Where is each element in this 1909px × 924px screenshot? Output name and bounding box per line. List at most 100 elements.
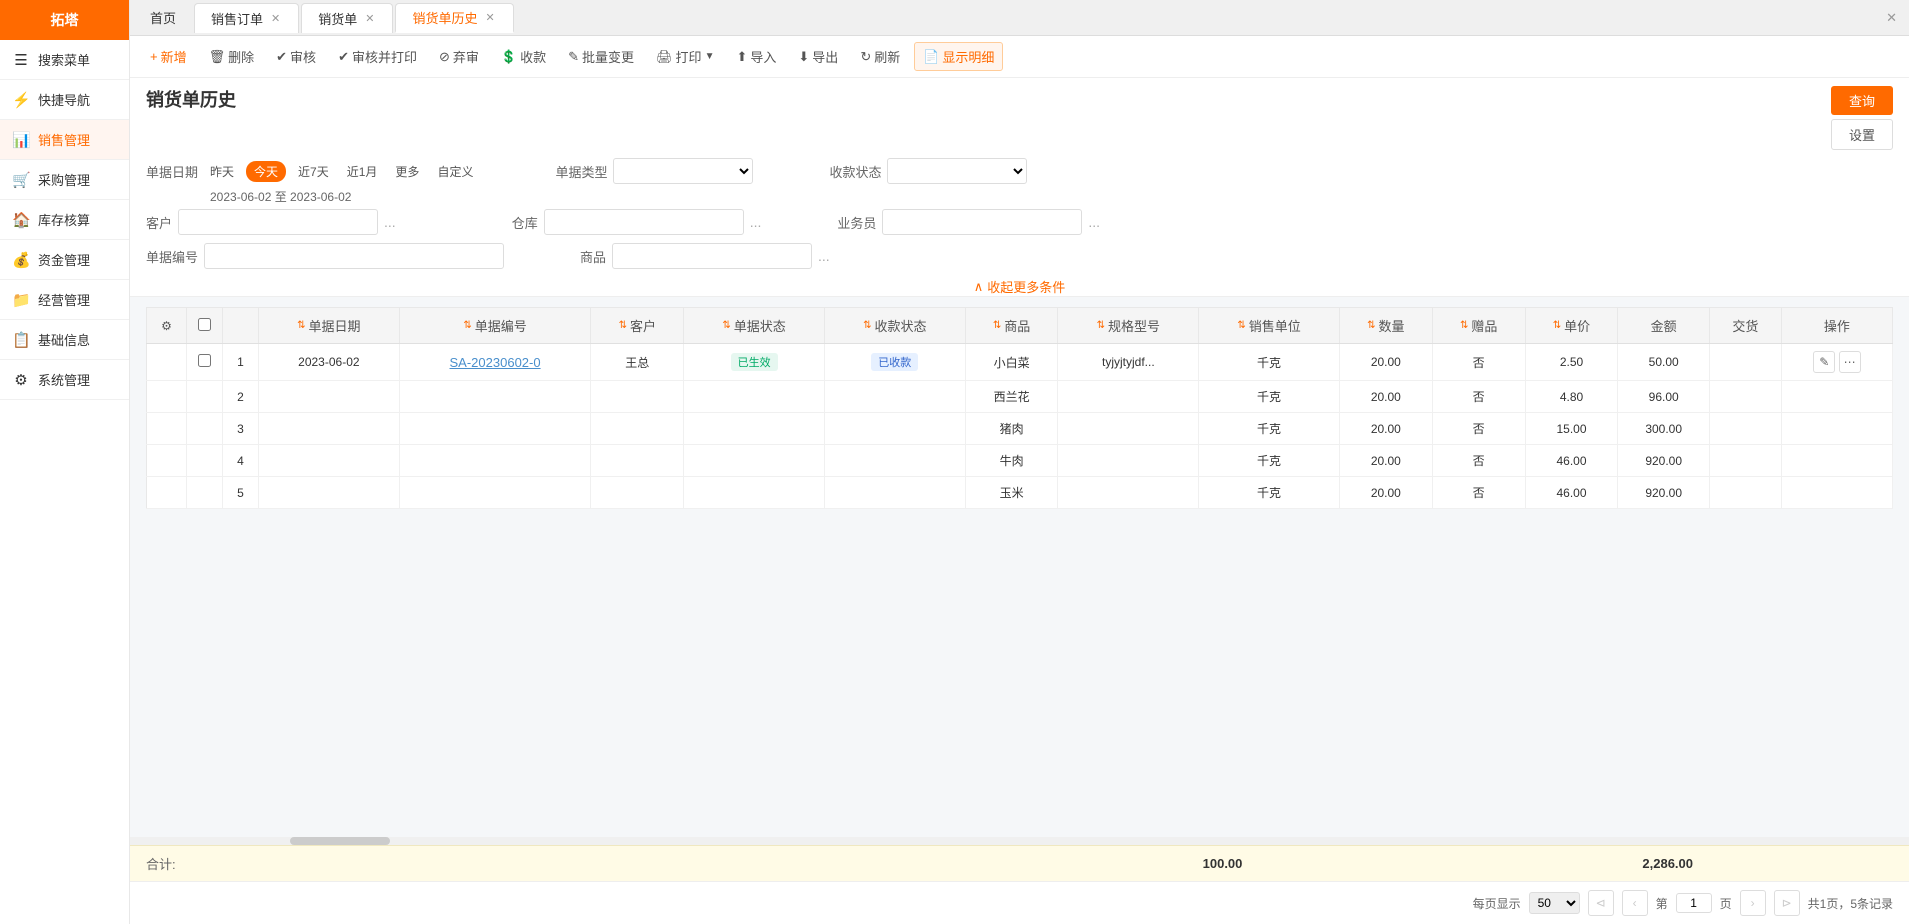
doc-status-sort[interactable]: ⇅ 单据状态: [722, 316, 785, 335]
scrollbar-thumb[interactable]: [290, 837, 390, 845]
prev-page-button[interactable]: ‹: [1622, 890, 1648, 916]
horizontal-scrollbar[interactable]: [130, 837, 1909, 845]
date-btn-today[interactable]: 今天: [246, 161, 286, 182]
show-detail-button[interactable]: 📄 显示明细: [914, 42, 1003, 71]
doc-status-column-header[interactable]: ⇅ 单据状态: [684, 308, 825, 344]
sidebar-item-sys-mgmt[interactable]: ⚙ 系统管理: [0, 360, 129, 400]
collapse-button[interactable]: ∧ 收起更多条件: [146, 277, 1893, 296]
row-doc-no-cell[interactable]: [399, 413, 591, 445]
doc-date-sort[interactable]: ⇅ 单据日期: [297, 316, 360, 335]
row-checkbox-cell[interactable]: [187, 477, 223, 509]
product-header-label: 商品: [1004, 316, 1030, 335]
pay-status-select[interactable]: [887, 158, 1027, 184]
close-sales-delivery-icon[interactable]: ✕: [363, 12, 376, 25]
per-page-select[interactable]: 50 100: [1529, 892, 1580, 914]
sidebar-item-basic-info[interactable]: 📋 基础信息: [0, 320, 129, 360]
sidebar-item-sales-mgmt[interactable]: 📊 销售管理: [0, 120, 129, 160]
first-page-button[interactable]: ⊲: [1588, 890, 1614, 916]
batch-change-button[interactable]: ✎ 批量变更: [560, 43, 642, 70]
date-btn-more[interactable]: 更多: [389, 161, 425, 182]
pay-status-column-header[interactable]: ⇅ 收款状态: [824, 308, 965, 344]
unit-price-column-header[interactable]: ⇅ 单价: [1525, 308, 1618, 344]
doc-date-column-header[interactable]: ⇅ 单据日期: [259, 308, 400, 344]
edit-op-button[interactable]: ✎: [1813, 351, 1835, 373]
page-number-input[interactable]: [1676, 893, 1712, 913]
salesperson-dots-icon[interactable]: ...: [1088, 214, 1100, 230]
row-checkbox-cell[interactable]: [187, 381, 223, 413]
spec-sort[interactable]: ⇅ 规格型号: [1097, 316, 1160, 335]
next-page-button[interactable]: ›: [1740, 890, 1766, 916]
date-btn-custom[interactable]: 自定义: [431, 161, 479, 182]
close-window-icon[interactable]: ✕: [1886, 10, 1905, 26]
sidebar-item-purchase-mgmt[interactable]: 🛒 采购管理: [0, 160, 129, 200]
gift-sort[interactable]: ⇅ 赠品: [1460, 316, 1497, 335]
gear-column-header[interactable]: ⚙: [147, 308, 187, 344]
sidebar-item-biz-mgmt[interactable]: 📁 经营管理: [0, 280, 129, 320]
date-btn-yesterday[interactable]: 昨天: [204, 161, 240, 182]
close-sales-order-icon[interactable]: ✕: [269, 12, 282, 25]
select-all-checkbox[interactable]: [198, 318, 211, 331]
import-button[interactable]: ⬆ 导入: [728, 43, 784, 70]
sidebar-item-inventory[interactable]: 🏠 库存核算: [0, 200, 129, 240]
row-doc-status-cell: 已生效: [684, 344, 825, 381]
row-checkbox-cell[interactable]: [187, 445, 223, 477]
row-checkbox-cell[interactable]: [187, 344, 223, 381]
product-dots-icon[interactable]: ...: [818, 248, 830, 264]
doc-no-link[interactable]: SA-20230602-0: [450, 355, 541, 370]
sale-unit-sort[interactable]: ⇅ 销售单位: [1237, 316, 1300, 335]
product-column-header[interactable]: ⇅ 商品: [965, 308, 1058, 344]
tab-sales-order[interactable]: 销售订单 ✕: [194, 3, 299, 33]
spec-column-header[interactable]: ⇅ 规格型号: [1058, 308, 1199, 344]
close-sales-history-icon[interactable]: ✕: [484, 11, 497, 24]
row-doc-no-cell[interactable]: SA-20230602-0: [399, 344, 591, 381]
customer-dots-icon[interactable]: ...: [384, 214, 396, 230]
abandon-button[interactable]: ⊘ 弃审: [431, 43, 487, 70]
product-sort[interactable]: ⇅ 商品: [993, 316, 1030, 335]
warehouse-dots-icon[interactable]: ...: [750, 214, 762, 230]
tab-sales-delivery[interactable]: 销货单 ✕: [301, 3, 393, 33]
receive-button[interactable]: 💲 收款: [493, 43, 554, 70]
sidebar-item-finance-mgmt[interactable]: 💰 资金管理: [0, 240, 129, 280]
customer-input[interactable]: [178, 209, 378, 235]
date-btn-7days[interactable]: 近7天: [292, 161, 335, 182]
set-button[interactable]: 设置: [1831, 119, 1893, 150]
row-doc-no-cell[interactable]: [399, 445, 591, 477]
doc-type-select[interactable]: [613, 158, 753, 184]
export-button[interactable]: ⬇ 导出: [790, 43, 846, 70]
row-doc-no-cell[interactable]: [399, 477, 591, 509]
qty-column-header[interactable]: ⇅ 数量: [1339, 308, 1432, 344]
sidebar-item-search-menu[interactable]: ☰ 搜索菜单: [0, 40, 129, 80]
doc-no-column-header[interactable]: ⇅ 单据编号: [399, 308, 591, 344]
tab-home[interactable]: 首页: [134, 3, 192, 33]
abandon-icon: ⊘: [439, 49, 450, 65]
row-doc-no-cell[interactable]: [399, 381, 591, 413]
row-checkbox-cell[interactable]: [187, 413, 223, 445]
row-trade-cell: [1709, 445, 1781, 477]
salesperson-input[interactable]: [882, 209, 1082, 235]
refresh-button[interactable]: ↻ 刷新: [852, 43, 908, 70]
query-button[interactable]: 查询: [1831, 86, 1893, 115]
gift-column-header[interactable]: ⇅ 赠品: [1432, 308, 1525, 344]
row-checkbox[interactable]: [198, 354, 211, 367]
customer-column-header[interactable]: ⇅ 客户: [591, 308, 684, 344]
unit-price-sort[interactable]: ⇅ 单价: [1553, 316, 1590, 335]
print-button[interactable]: 🖨 打印 ▼: [648, 43, 722, 70]
qty-sort[interactable]: ⇅ 数量: [1367, 316, 1404, 335]
tab-sales-history[interactable]: 销货单历史 ✕: [395, 3, 513, 33]
customer-sort[interactable]: ⇅ 客户: [619, 316, 656, 335]
doc-no-input[interactable]: [204, 243, 504, 269]
warehouse-input[interactable]: [544, 209, 744, 235]
doc-no-sort[interactable]: ⇅ 单据编号: [463, 316, 526, 335]
sidebar-item-quick-nav[interactable]: ⚡ 快捷导航: [0, 80, 129, 120]
delete-button[interactable]: 🗑 删除: [201, 43, 263, 70]
date-btn-1month[interactable]: 近1月: [341, 161, 384, 182]
more-op-button[interactable]: ⋯: [1839, 351, 1861, 373]
add-button[interactable]: + 新增: [142, 43, 195, 70]
row-num-cell: 2: [223, 381, 259, 413]
pay-status-sort[interactable]: ⇅ 收款状态: [863, 316, 926, 335]
audit-button[interactable]: ✔ 审核: [268, 43, 324, 70]
product-input[interactable]: [612, 243, 812, 269]
last-page-button[interactable]: ⊳: [1774, 890, 1800, 916]
sale-unit-column-header[interactable]: ⇅ 销售单位: [1199, 308, 1340, 344]
audit-print-button[interactable]: ✔ 审核并打印: [330, 43, 425, 70]
